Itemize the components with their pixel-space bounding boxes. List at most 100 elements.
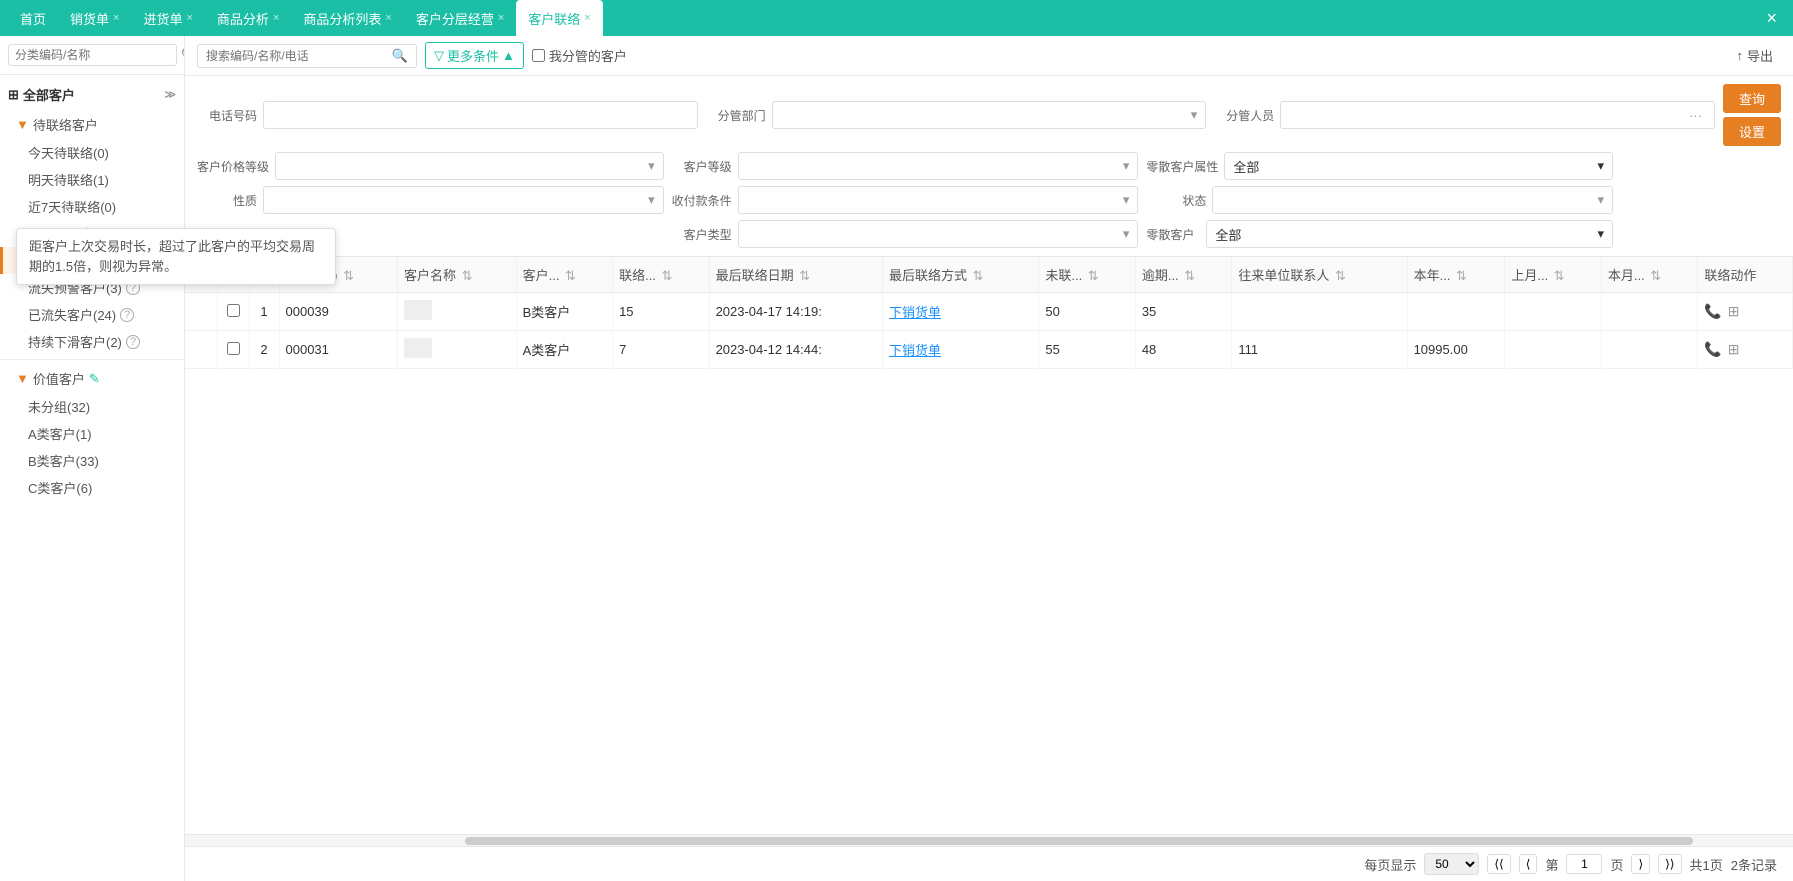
chevron-down-icon: ▾ [1597, 192, 1604, 208]
row-this-year [1407, 293, 1505, 331]
row-type: A类客户 [516, 331, 612, 369]
chevron-down-icon: ▾ [1597, 158, 1604, 174]
last-method-link[interactable]: 下销货单 [889, 343, 941, 358]
nav-item-product-analysis-list[interactable]: 商品分析列表 × [291, 0, 403, 36]
nav-item-sales[interactable]: 销货单 × [58, 0, 131, 36]
search-box: 🔍 [197, 44, 417, 68]
sidebar-search-input[interactable] [8, 44, 177, 66]
sidebar-content: ⊞ 全部客户 ≫ ▼ 待联络客户 今天待联络(0) 明天待联络(1) 近7天待联… [0, 75, 184, 881]
close-icon[interactable]: × [273, 12, 279, 24]
action-icons: 📞 ⊞ [1704, 341, 1786, 358]
sidebar-item-tomorrow-pending[interactable]: 明天待联络(1) [0, 166, 184, 193]
right-content: 🔍 ▽ 更多条件 ▲ 我分管的客户 ↑ 导出 电话号码 [185, 36, 1793, 881]
sidebar-item-lost[interactable]: 已流失客户(24) ? [0, 301, 184, 328]
price-level-select[interactable]: ▾ [275, 152, 664, 180]
my-customers-checkbox[interactable]: 我分管的客户 [532, 46, 627, 65]
row-checkbox[interactable] [227, 342, 240, 355]
row-overdue: 48 [1135, 331, 1231, 369]
nav-item-purchase[interactable]: 进货单 × [131, 0, 204, 36]
more-conditions-button[interactable]: ▽ 更多条件 ▲ [425, 42, 524, 69]
dots-icon[interactable]: ··· [1685, 108, 1706, 123]
last-date-col-header[interactable]: 最后联络日期 ⇅ [709, 257, 882, 293]
close-icon[interactable]: × [498, 12, 504, 24]
sidebar-all-customers[interactable]: ⊞ 全部客户 ≫ [0, 79, 184, 110]
payment-cond-select[interactable]: ▾ [738, 186, 1139, 214]
retail-attr-select[interactable]: 全部 ▾ [1224, 152, 1613, 180]
search-input[interactable] [206, 49, 388, 63]
branch-person-select[interactable]: ··· [1280, 101, 1715, 129]
row-last-method[interactable]: 下销货单 [882, 293, 1038, 331]
sidebar-value-customers-section[interactable]: ▼ 价值客户 ✎ [0, 364, 184, 393]
retail-customer-select[interactable]: 全部 ▾ [1206, 220, 1613, 248]
my-customers-check[interactable] [532, 49, 545, 62]
sidebar-item-today-pending[interactable]: 今天待联络(0) [0, 139, 184, 166]
contact-col-header[interactable]: 联络... ⇅ [613, 257, 709, 293]
last-method-link[interactable]: 下销货单 [889, 305, 941, 320]
row-checkbox-cell[interactable] [217, 331, 249, 369]
nav-item-customer-contact[interactable]: 客户联络 × [516, 0, 602, 36]
close-icon[interactable]: × [113, 12, 119, 24]
row-type: B类客户 [516, 293, 612, 331]
avatar [404, 300, 432, 320]
this-year-col-header[interactable]: 本年... ⇅ [1407, 257, 1505, 293]
unit-contact-col-header[interactable]: 往来单位联系人 ⇅ [1232, 257, 1407, 293]
action-col-header: 联络动作 [1698, 257, 1793, 293]
filter-actions: 查询 设置 [1723, 84, 1781, 146]
row-last-method[interactable]: 下销货单 [882, 331, 1038, 369]
sidebar-item-class-a[interactable]: A类客户(1) [0, 420, 184, 447]
last-page-button[interactable]: ⟩⟩ [1658, 854, 1681, 874]
gender-select[interactable]: ▾ [263, 186, 664, 214]
nav-item-home[interactable]: 首页 [8, 0, 58, 36]
horizontal-scrollbar[interactable] [185, 834, 1793, 846]
sidebar-item-class-c[interactable]: C类客户(6) [0, 474, 184, 501]
sidebar-item-declining[interactable]: 持续下滑客户(2) ? [0, 328, 184, 355]
data-table-container: ⚙ 客户编码 ⇅ 客户名称 ⇅ 客户... ⇅ 联络... ⇅ 最后联络日期 ⇅… [185, 257, 1793, 834]
status-select[interactable]: ▾ [1212, 186, 1613, 214]
first-page-button[interactable]: ⟨⟨ [1487, 854, 1510, 874]
row-settings [185, 331, 217, 369]
filter-retail-customer: 零散客户 全部 ▾ [1146, 220, 1613, 248]
next-page-button[interactable]: ⟩ [1631, 854, 1650, 874]
scrollbar-thumb[interactable] [465, 837, 1693, 845]
close-icon[interactable]: × [385, 12, 391, 24]
settings-button[interactable]: 设置 [1723, 117, 1781, 146]
nav-item-customer-tier[interactable]: 客户分层经营 × [404, 0, 516, 36]
page-number-input[interactable] [1566, 854, 1602, 874]
sidebar-pending-contact-section[interactable]: ▼ 待联络客户 [0, 110, 184, 139]
type-col-header[interactable]: 客户... ⇅ [516, 257, 612, 293]
export-button[interactable]: ↑ 导出 [1728, 42, 1781, 69]
name-col-header[interactable]: 客户名称 ⇅ [398, 257, 517, 293]
sidebar-item-7days-pending[interactable]: 近7天待联络(0) [0, 193, 184, 220]
phone-action-icon[interactable]: 📞 [1704, 341, 1721, 358]
search-icon[interactable]: 🔍 [392, 48, 408, 64]
table-header: ⚙ 客户编码 ⇅ 客户名称 ⇅ 客户... ⇅ 联络... ⇅ 最后联络日期 ⇅… [185, 257, 1793, 293]
edit-icon[interactable]: ✎ [89, 371, 100, 387]
nav-item-product-analysis[interactable]: 商品分析 × [205, 0, 291, 36]
last-month-col-header[interactable]: 上月... ⇅ [1505, 257, 1601, 293]
overdue-col-header[interactable]: 逾期... ⇅ [1135, 257, 1231, 293]
this-month-col-header[interactable]: 本月... ⇅ [1601, 257, 1697, 293]
window-close-button[interactable]: × [1758, 8, 1785, 29]
query-button[interactable]: 查询 [1723, 84, 1781, 113]
collapse-icon[interactable]: ≫ [164, 88, 176, 101]
close-icon[interactable]: × [584, 12, 590, 24]
unreached-col-header[interactable]: 未联... ⇅ [1039, 257, 1135, 293]
filter-row-1: 电话号码 分管部门 ▾ 分管人员 ··· [197, 84, 1781, 146]
phone-input[interactable] [263, 101, 698, 129]
row-checkbox-cell[interactable] [217, 293, 249, 331]
customer-level-select[interactable]: ▾ [738, 152, 1139, 180]
customer-type-select[interactable]: ▾ [738, 220, 1139, 248]
row-checkbox[interactable] [227, 304, 240, 317]
prev-page-button[interactable]: ⟨ [1519, 854, 1538, 874]
more-action-icon[interactable]: ⊞ [1728, 341, 1740, 358]
more-action-icon[interactable]: ⊞ [1728, 303, 1740, 320]
sidebar-item-class-b[interactable]: B类客户(33) [0, 447, 184, 474]
sidebar-item-ungrouped[interactable]: 未分组(32) [0, 393, 184, 420]
filter-row-2: 客户价格等级 ▾ 客户等级 ▾ 零散客户属性 全部 [197, 152, 1781, 180]
close-icon[interactable]: × [186, 12, 192, 24]
phone-action-icon[interactable]: 📞 [1704, 303, 1721, 320]
branch-dept-select[interactable]: ▾ [772, 101, 1207, 129]
last-method-col-header[interactable]: 最后联络方式 ⇅ [882, 257, 1038, 293]
per-page-select[interactable]: 50 20 100 [1424, 853, 1479, 875]
sort-icon: ⇅ [1650, 268, 1661, 283]
